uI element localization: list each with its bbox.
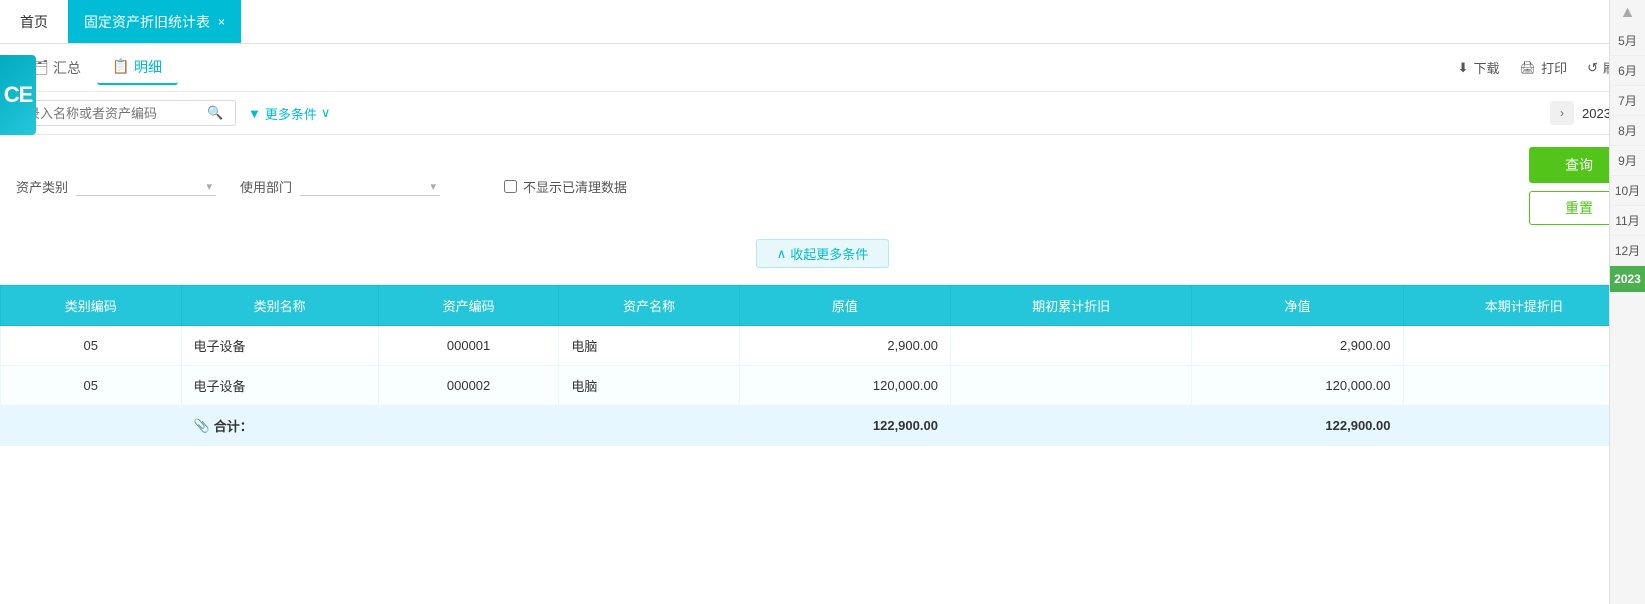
cell-asset-name: 电脑 bbox=[559, 326, 740, 366]
department-label: 使用部门 bbox=[240, 177, 292, 196]
collapse-label: 收起更多条件 bbox=[790, 244, 868, 263]
table-row: 05 电子设备 000002 电脑 120,000.00 120,000.00 bbox=[1, 366, 1645, 406]
col-asset-name: 资产名称 bbox=[559, 286, 740, 326]
asset-category-filter: 资产类别 bbox=[16, 176, 216, 196]
cell-asset-code: 000001 bbox=[378, 326, 559, 366]
top-nav: 首页 固定资产折旧统计表 × ✕ bbox=[0, 0, 1645, 44]
month-10[interactable]: 10月 bbox=[1610, 176, 1645, 206]
cell-initial-accumulated bbox=[950, 366, 1191, 406]
cell-asset-code: 000002 bbox=[378, 366, 559, 406]
table-body: 05 电子设备 000001 电脑 2,900.00 2,900.00 05 电… bbox=[1, 326, 1645, 446]
year-2023[interactable]: 2023 bbox=[1610, 266, 1645, 292]
cell-original-value: 120,000.00 bbox=[739, 366, 950, 406]
month-6[interactable]: 6月 bbox=[1610, 56, 1645, 86]
hide-cleared-label: 不显示已清理数据 bbox=[523, 177, 627, 196]
print-label: 打印 bbox=[1541, 58, 1567, 77]
month-9[interactable]: 9月 bbox=[1610, 146, 1645, 176]
cell-asset-name: 电脑 bbox=[559, 366, 740, 406]
asset-category-label: 资产类别 bbox=[16, 177, 68, 196]
filter-icon: ▼ bbox=[248, 106, 261, 121]
month-7[interactable]: 7月 bbox=[1610, 86, 1645, 116]
print-btn[interactable]: 🖨 打印 bbox=[1520, 58, 1568, 77]
toolbar: 🗂 汇总 📋 明细 ⬇ 下载 🖨 打印 ↺ 刷新 bbox=[0, 44, 1645, 92]
table-header-row: 类别编码 类别名称 资产编码 资产名称 原值 期初累计折旧 净值 本期计提折旧 bbox=[1, 286, 1645, 326]
tab-detail[interactable]: 📋 明细 bbox=[97, 51, 178, 85]
toolbar-right: ⬇ 下载 🖨 打印 ↺ 刷新 bbox=[1458, 58, 1629, 77]
month-12[interactable]: 12月 bbox=[1610, 236, 1645, 266]
nav-tab-active[interactable]: 固定资产折旧统计表 × bbox=[68, 0, 241, 43]
collapse-icon: ∧ bbox=[777, 246, 787, 262]
nav-tab-label: 固定资产折旧统计表 bbox=[84, 12, 210, 32]
total-asset-name-cell bbox=[559, 406, 740, 446]
cell-original-value: 2,900.00 bbox=[739, 326, 950, 366]
date-prev-btn[interactable]: › bbox=[1550, 101, 1574, 125]
print-icon: 🖨 bbox=[1520, 60, 1537, 76]
total-label-cell bbox=[1, 406, 182, 446]
col-asset-code: 资产编码 bbox=[378, 286, 559, 326]
detail-icon: 📋 bbox=[113, 59, 129, 75]
search-input-wrap: 🔍 bbox=[16, 100, 236, 126]
total-net-value: 122,900.00 bbox=[1192, 406, 1403, 446]
col-net-value: 净值 bbox=[1192, 286, 1403, 326]
search-bar: 🔍 ▼ 更多条件 ∨ › 2023.01 bbox=[0, 92, 1645, 135]
tab-summary-label: 汇总 bbox=[53, 58, 81, 78]
hide-cleared-checkbox-item: 不显示已清理数据 bbox=[504, 177, 627, 196]
total-initial-accumulated bbox=[950, 406, 1191, 446]
tab-detail-label: 明细 bbox=[134, 57, 162, 77]
total-icon: 📎 bbox=[194, 418, 210, 434]
filter-panel: 资产类别 使用部门 不显示已清理数据 查询 重置 ∧ bbox=[0, 135, 1645, 285]
col-category-code: 类别编码 bbox=[1, 286, 182, 326]
filter-label: 更多条件 bbox=[265, 104, 317, 123]
department-select-wrap bbox=[300, 176, 440, 196]
hide-cleared-checkbox[interactable] bbox=[504, 180, 517, 193]
nav-home[interactable]: 首页 bbox=[0, 0, 68, 43]
month-5[interactable]: 5月 bbox=[1610, 26, 1645, 56]
logo-text: CE bbox=[4, 82, 33, 108]
download-btn[interactable]: ⬇ 下载 bbox=[1458, 58, 1500, 77]
month-11[interactable]: 11月 bbox=[1610, 206, 1645, 236]
cell-initial-accumulated bbox=[950, 326, 1191, 366]
search-input[interactable] bbox=[27, 106, 207, 121]
download-icon: ⬇ bbox=[1458, 60, 1469, 76]
collapse-btn[interactable]: ∧ 收起更多条件 bbox=[756, 239, 890, 268]
total-icon-label-cell: 📎 合计： bbox=[181, 406, 378, 446]
asset-category-select-wrap bbox=[76, 176, 216, 196]
total-label-text: 合计： bbox=[214, 416, 253, 435]
table-wrap: 类别编码 类别名称 资产编码 资产名称 原值 期初累计折旧 净值 本期计提折旧 … bbox=[0, 285, 1645, 604]
asset-category-select[interactable] bbox=[76, 176, 216, 196]
department-filter: 使用部门 bbox=[240, 176, 440, 196]
cell-category-code: 05 bbox=[1, 326, 182, 366]
cell-category-name: 电子设备 bbox=[181, 326, 378, 366]
cell-net-value: 2,900.00 bbox=[1192, 326, 1403, 366]
data-table: 类别编码 类别名称 资产编码 资产名称 原值 期初累计折旧 净值 本期计提折旧 … bbox=[0, 285, 1645, 446]
right-panel: ▲ 5月 6月 7月 8月 9月 10月 11月 12月 2023 bbox=[1609, 0, 1645, 604]
month-8[interactable]: 8月 bbox=[1610, 116, 1645, 146]
total-original-value: 122,900.00 bbox=[739, 406, 950, 446]
filter-row: 资产类别 使用部门 不显示已清理数据 查询 重置 bbox=[16, 147, 1629, 225]
cell-net-value: 120,000.00 bbox=[1192, 366, 1403, 406]
logo-area: CE bbox=[0, 55, 36, 135]
close-tab-icon[interactable]: × bbox=[218, 15, 225, 29]
table-row: 05 电子设备 000001 电脑 2,900.00 2,900.00 bbox=[1, 326, 1645, 366]
cell-category-code: 05 bbox=[1, 366, 182, 406]
download-label: 下载 bbox=[1474, 58, 1500, 77]
scroll-up-btn[interactable]: ▲ bbox=[1620, 0, 1636, 26]
col-category-name: 类别名称 bbox=[181, 286, 378, 326]
department-select[interactable] bbox=[300, 176, 440, 196]
collapse-bar: ∧ 收起更多条件 bbox=[16, 235, 1629, 276]
col-original-value: 原值 bbox=[739, 286, 950, 326]
cell-category-name: 电子设备 bbox=[181, 366, 378, 406]
chevron-down-icon: ∨ bbox=[321, 105, 331, 121]
table-total-row: 📎 合计： 122,900.00 122,900.00 bbox=[1, 406, 1645, 446]
more-filter-btn[interactable]: ▼ 更多条件 ∨ bbox=[248, 104, 330, 123]
search-icon[interactable]: 🔍 bbox=[207, 105, 223, 121]
col-initial-accumulated: 期初累计折旧 bbox=[950, 286, 1191, 326]
total-asset-code-cell bbox=[378, 406, 559, 446]
refresh-icon: ↺ bbox=[1587, 60, 1598, 76]
